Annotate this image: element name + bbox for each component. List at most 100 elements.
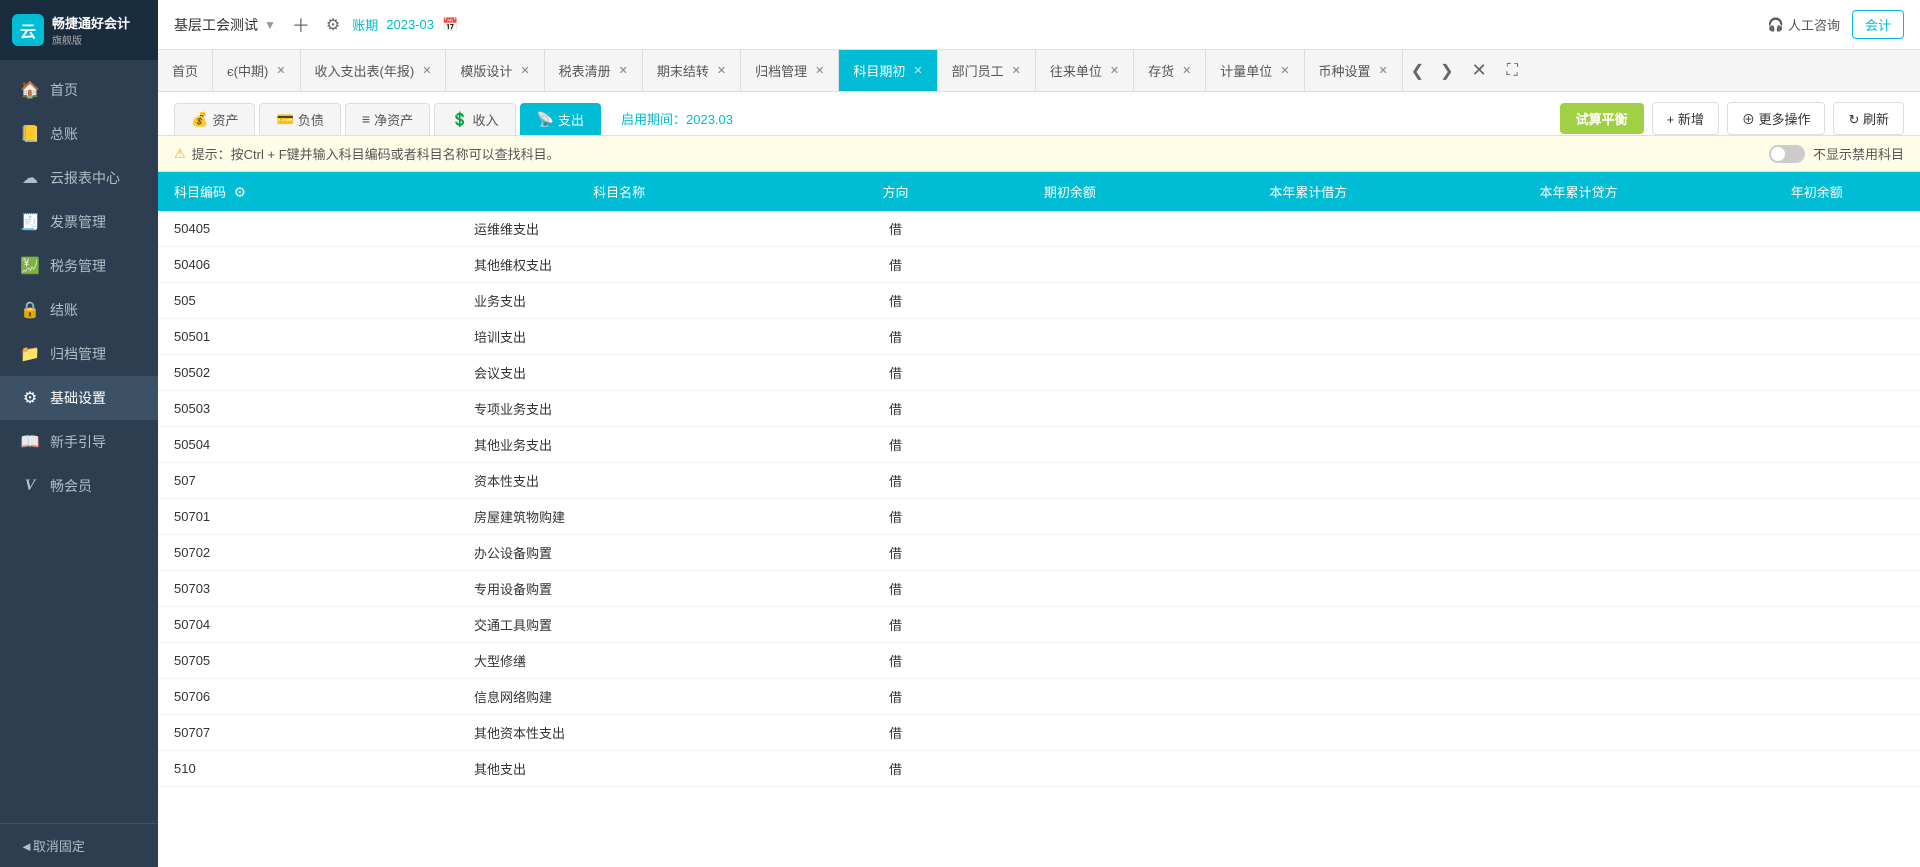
tab-period-end[interactable]: 期末结转 ✕ xyxy=(643,50,741,91)
tax-icon: 💹 xyxy=(20,256,40,276)
tab-close-icon[interactable]: ✕ xyxy=(1280,64,1289,77)
new-button[interactable]: + 新增 xyxy=(1652,102,1719,135)
col-direction: 方向 xyxy=(824,172,967,211)
add-tab-button[interactable]: ＋ xyxy=(288,8,314,42)
cell-ytd-credit xyxy=(1443,679,1713,715)
tab-close-icon[interactable]: ✕ xyxy=(717,64,726,77)
refresh-button[interactable]: ↻ 刷新 xyxy=(1833,102,1904,135)
table-row[interactable]: 50405 运维维支出 借 xyxy=(158,211,1920,247)
more-button[interactable]: ⊕ 更多操作 xyxy=(1727,102,1826,135)
cell-ytd-debit xyxy=(1173,319,1443,355)
table-row[interactable]: 50501 培训支出 借 xyxy=(158,319,1920,355)
cell-code: 50406 xyxy=(158,247,414,283)
table-row[interactable]: 50701 房屋建筑物购建 借 xyxy=(158,499,1920,535)
collapse-label: ◄取消固定 xyxy=(20,836,85,855)
tab-close-icon[interactable]: ✕ xyxy=(422,64,431,77)
sub-tab-liability[interactable]: 💳 负债 xyxy=(259,103,340,135)
tabs-next-button[interactable]: ❯ xyxy=(1432,50,1461,91)
sub-tab-income[interactable]: 💲 收入 xyxy=(434,103,515,135)
cell-ytd-debit xyxy=(1173,535,1443,571)
table-row[interactable]: 50704 交通工具购置 借 xyxy=(158,607,1920,643)
cell-balance xyxy=(967,463,1173,499)
sub-tab-expense[interactable]: 📡 支出 xyxy=(520,103,601,135)
tab-report[interactable]: 收入支出表(年报) ✕ xyxy=(301,50,447,91)
sidebar-item-close[interactable]: 🔒 结账 xyxy=(0,288,158,332)
company-arrow-icon: ▼ xyxy=(264,18,276,32)
sidebar-item-member[interactable]: V 畅会员 xyxy=(0,464,158,508)
cell-code: 50504 xyxy=(158,427,414,463)
table-row[interactable]: 50702 办公设备购置 借 xyxy=(158,535,1920,571)
tabs-maximize-button[interactable]: ⛶ xyxy=(1497,50,1528,91)
cell-name: 业务支出 xyxy=(414,283,824,319)
tab-close-icon[interactable]: ✕ xyxy=(619,64,628,77)
period-display: 账期 2023-03 📅 xyxy=(352,15,458,34)
sidebar-collapse-button[interactable]: ◄取消固定 xyxy=(0,823,158,867)
tab-close-icon[interactable]: ✕ xyxy=(1379,64,1388,77)
table-row[interactable]: 50502 会议支出 借 xyxy=(158,355,1920,391)
tab-archive[interactable]: 归档管理 ✕ xyxy=(741,50,839,91)
tab-template[interactable]: 模版设计 ✕ xyxy=(446,50,544,91)
sub-tab-net-asset[interactable]: ≡ 净资产 xyxy=(345,103,430,135)
sidebar-item-tax[interactable]: 💹 税务管理 xyxy=(0,244,158,288)
company-selector[interactable]: 基层工会测试 ▼ xyxy=(174,15,276,35)
tab-mid[interactable]: є(中期) ✕ xyxy=(213,50,301,91)
tab-close-icon[interactable]: ✕ xyxy=(1110,64,1119,77)
sidebar-item-invoice[interactable]: 🧾 发票管理 xyxy=(0,200,158,244)
tabs-prev-button[interactable]: ❮ xyxy=(1403,50,1432,91)
disable-toggle[interactable] xyxy=(1769,145,1805,163)
cell-name: 交通工具购置 xyxy=(414,607,824,643)
table-row[interactable]: 50703 专用设备购置 借 xyxy=(158,571,1920,607)
cell-direction: 借 xyxy=(824,607,967,643)
tab-inventory[interactable]: 存货 ✕ xyxy=(1134,50,1206,91)
sidebar-item-home[interactable]: 🏠 首页 xyxy=(0,68,158,112)
cell-balance xyxy=(967,607,1173,643)
sidebar-item-ledger[interactable]: 📒 总账 xyxy=(0,112,158,156)
calendar-icon[interactable]: 📅 xyxy=(442,17,458,33)
tab-unit[interactable]: 计量单位 ✕ xyxy=(1206,50,1304,91)
sidebar-item-label: 结账 xyxy=(50,300,78,320)
table-row[interactable]: 505 业务支出 借 xyxy=(158,283,1920,319)
tab-close-icon[interactable]: ✕ xyxy=(276,64,285,77)
tab-close-icon[interactable]: ✕ xyxy=(1182,64,1191,77)
table-row[interactable]: 50503 专项业务支出 借 xyxy=(158,391,1920,427)
tab-close-icon[interactable]: ✕ xyxy=(815,64,824,77)
tab-close-icon[interactable]: ✕ xyxy=(520,64,529,77)
sidebar-item-settings[interactable]: ⚙ 基础设置 xyxy=(0,376,158,420)
sidebar-item-guide[interactable]: 📖 新手引导 xyxy=(0,420,158,464)
cell-ytd-debit xyxy=(1173,679,1443,715)
tab-subject-init[interactable]: 科目期初 ✕ xyxy=(839,50,937,91)
tab-currency[interactable]: 币种设置 ✕ xyxy=(1305,50,1403,91)
table-row[interactable]: 510 其他支出 借 xyxy=(158,751,1920,787)
tab-close-icon[interactable]: ✕ xyxy=(1012,64,1021,77)
tabs-close-all-button[interactable]: ✕ xyxy=(1462,50,1497,91)
sidebar-item-cloud-report[interactable]: ☁ 云报表中心 xyxy=(0,156,158,200)
account-button[interactable]: 会计 xyxy=(1852,10,1904,39)
cell-name: 会议支出 xyxy=(414,355,824,391)
sidebar: 云 畅捷通好会计 旗舰版 🏠 首页 📒 总账 ☁ 云报表中心 🧾 发票管理 💹 … xyxy=(0,0,158,867)
tab-label: 部门员工 xyxy=(952,61,1004,80)
topbar-settings-icon[interactable]: ⚙ xyxy=(326,15,340,35)
table-row[interactable]: 50706 信息网络购建 借 xyxy=(158,679,1920,715)
table-row[interactable]: 50504 其他业务支出 借 xyxy=(158,427,1920,463)
table-row[interactable]: 50705 大型修缮 借 xyxy=(158,643,1920,679)
sidebar-item-archive[interactable]: 📁 归档管理 xyxy=(0,332,158,376)
tab-taxsheet[interactable]: 税表清册 ✕ xyxy=(545,50,643,91)
cell-code: 50503 xyxy=(158,391,414,427)
table-row[interactable]: 50707 其他资本性支出 借 xyxy=(158,715,1920,751)
table-row[interactable]: 507 资本性支出 借 xyxy=(158,463,1920,499)
support-button[interactable]: 🎧 人工咨询 xyxy=(1768,15,1840,34)
tab-home[interactable]: 首页 xyxy=(158,50,213,91)
tab-partner[interactable]: 往来单位 ✕ xyxy=(1036,50,1134,91)
tab-dept[interactable]: 部门员工 ✕ xyxy=(938,50,1036,91)
sub-tab-label: 负债 xyxy=(298,110,324,129)
column-settings-icon[interactable]: ⚙ xyxy=(234,184,247,200)
sidebar-item-label: 归档管理 xyxy=(50,344,106,364)
notice-bar: ⚠ 提示：按Ctrl + F键并输入科目编码或者科目名称可以查找科目。 不显示禁… xyxy=(158,136,1920,172)
income-icon: 💲 xyxy=(451,111,468,128)
tab-close-icon[interactable]: ✕ xyxy=(913,64,922,77)
settings-icon: ⚙ xyxy=(20,388,40,408)
sub-tab-asset[interactable]: 💰 资产 xyxy=(174,103,255,135)
table-row[interactable]: 50406 其他维权支出 借 xyxy=(158,247,1920,283)
cell-year-balance xyxy=(1714,211,1920,247)
balance-button[interactable]: 试算平衡 xyxy=(1560,103,1644,134)
